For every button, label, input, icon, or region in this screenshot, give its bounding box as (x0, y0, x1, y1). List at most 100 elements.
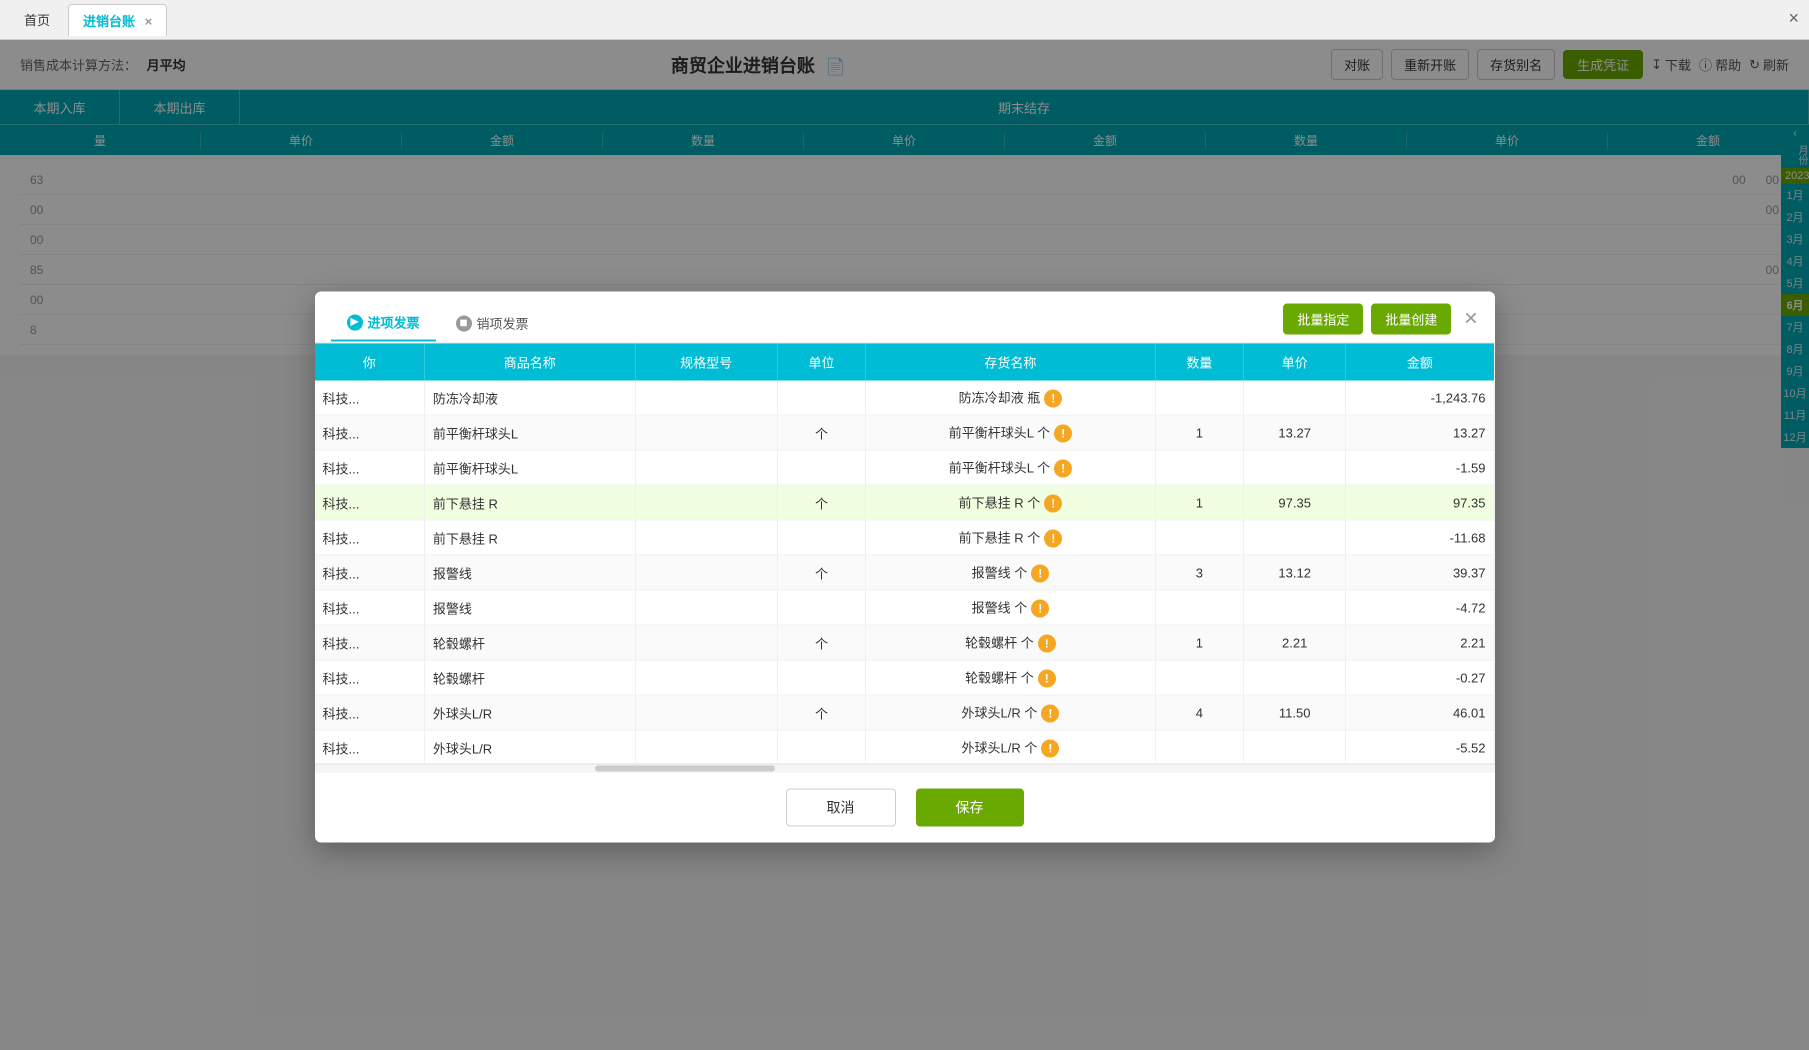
col-price: 单价 (1244, 344, 1346, 381)
save-button[interactable]: 保存 (916, 789, 1024, 827)
table-row[interactable]: 科技...防冻冷却液防冻冷却液 瓶!-1,243.76 (315, 381, 1495, 416)
cell-inventory: 前平衡杆球头L 个! (866, 415, 1155, 450)
warning-icon[interactable]: ! (1044, 390, 1062, 408)
cell-unit: 个 (777, 695, 866, 730)
cell-product: 报警线 (424, 590, 635, 625)
horizontal-scrollbar[interactable] (315, 764, 1495, 772)
cell-inventory: 报警线 个! (866, 590, 1155, 625)
cell-product: 前下悬挂 R (424, 520, 635, 555)
modal-header: ▶ 进项发票 ◼ 销项发票 批量指定 批量创建 ✕ (315, 292, 1495, 344)
cell-spec (635, 590, 777, 625)
table-row[interactable]: 科技...前下悬挂 R个前下悬挂 R 个!197.3597.35 (315, 485, 1495, 520)
cell-unit: 个 (777, 415, 866, 450)
cell-product: 前平衡杆球头L (424, 450, 635, 485)
warning-icon[interactable]: ! (1044, 530, 1062, 548)
warning-icon[interactable]: ! (1054, 425, 1072, 443)
warning-icon[interactable]: ! (1041, 740, 1059, 758)
cell-unit: 个 (777, 485, 866, 520)
cell-qty: 1 (1155, 485, 1244, 520)
cell-inventory: 轮毂螺杆 个! (866, 660, 1155, 695)
cell-qty: 1 (1155, 625, 1244, 660)
cell-company: 科技... (315, 520, 425, 555)
cell-inventory: 报警线 个! (866, 555, 1155, 590)
nav-tab-ledger[interactable]: 进销台账 × (68, 4, 167, 36)
tab-outgoing-invoice[interactable]: ◼ 销项发票 (440, 306, 545, 341)
cell-price: 13.12 (1244, 555, 1346, 590)
warning-icon[interactable]: ! (1054, 460, 1072, 478)
cell-unit (777, 381, 866, 416)
cell-spec (635, 660, 777, 695)
table-row[interactable]: 科技...报警线 报警线 个! -4.72 (315, 590, 1495, 625)
cell-company: 科技... (315, 695, 425, 730)
cell-amount: -0.27 (1346, 660, 1494, 695)
warning-icon[interactable]: ! (1038, 670, 1056, 688)
cell-unit: 个 (777, 625, 866, 660)
invoice-modal: ▶ 进项发票 ◼ 销项发票 批量指定 批量创建 ✕ 你 商品名称 规格型号 (315, 292, 1495, 843)
scrollbar-thumb (595, 766, 775, 772)
cell-inventory: 轮毂螺杆 个! (866, 625, 1155, 660)
cancel-button[interactable]: 取消 (786, 789, 896, 827)
warning-icon[interactable]: ! (1031, 600, 1049, 618)
cell-qty: 3 (1155, 555, 1244, 590)
cell-inventory: 外球头L/R 个! (866, 730, 1155, 764)
cell-company: 科技... (315, 590, 425, 625)
outgoing-tab-icon: ◼ (456, 315, 472, 331)
nav-tab-home[interactable]: 首页 (10, 4, 64, 35)
cell-unit (777, 730, 866, 764)
cell-inventory: 外球头L/R 个! (866, 695, 1155, 730)
modal-table-body: 你 商品名称 规格型号 单位 存货名称 数量 单价 金额 科技...防冻冷却液防… (315, 344, 1495, 764)
cell-amount: -11.68 (1346, 520, 1494, 555)
table-row[interactable]: 科技...前平衡杆球头L个前平衡杆球头L 个!113.2713.27 (315, 415, 1495, 450)
cell-qty (1155, 450, 1244, 485)
cell-amount: 2.21 (1346, 625, 1494, 660)
modal-close-button[interactable]: ✕ (1463, 309, 1478, 338)
modal-footer: 取消 保存 (315, 772, 1495, 843)
cell-price (1244, 520, 1346, 555)
warning-icon[interactable]: ! (1038, 635, 1056, 653)
col-spec: 规格型号 (635, 344, 777, 381)
table-row[interactable]: 科技...轮毂螺杆个轮毂螺杆 个!12.212.21 (315, 625, 1495, 660)
cell-inventory: 前下悬挂 R 个! (866, 520, 1155, 555)
cell-unit: 个 (777, 555, 866, 590)
table-row[interactable]: 科技...外球头L/R 外球头L/R 个! -5.52 (315, 730, 1495, 764)
cell-amount: 46.01 (1346, 695, 1494, 730)
table-row[interactable]: 科技...报警线个报警线 个!313.1239.37 (315, 555, 1495, 590)
cell-qty (1155, 520, 1244, 555)
cell-company: 科技... (315, 730, 425, 764)
cell-product: 防冻冷却液 (424, 381, 635, 416)
cell-amount: 97.35 (1346, 485, 1494, 520)
cell-amount: 39.37 (1346, 555, 1494, 590)
batch-create-button[interactable]: 批量创建 (1371, 304, 1451, 335)
cell-qty: 1 (1155, 415, 1244, 450)
warning-icon[interactable]: ! (1031, 565, 1049, 583)
cell-spec (635, 695, 777, 730)
cell-spec (635, 520, 777, 555)
cell-company: 科技... (315, 485, 425, 520)
warning-icon[interactable]: ! (1041, 705, 1059, 723)
cell-unit (777, 590, 866, 625)
col-product: 商品名称 (424, 344, 635, 381)
cell-product: 外球头L/R (424, 730, 635, 764)
table-row[interactable]: 科技...外球头L/R个外球头L/R 个!411.5046.01 (315, 695, 1495, 730)
close-tab-icon[interactable]: × (145, 14, 153, 29)
table-row[interactable]: 科技...轮毂螺杆轮毂螺杆 个!-0.27 (315, 660, 1495, 695)
cell-amount: -4.72 (1346, 590, 1494, 625)
cell-unit (777, 520, 866, 555)
table-row[interactable]: 科技...前平衡杆球头L前平衡杆球头L 个!-1.59 (315, 450, 1495, 485)
cell-company: 科技... (315, 381, 425, 416)
table-head: 你 商品名称 规格型号 单位 存货名称 数量 单价 金额 (315, 344, 1495, 381)
warning-icon[interactable]: ! (1044, 495, 1062, 513)
cell-product: 前平衡杆球头L (424, 415, 635, 450)
tab-incoming-invoice[interactable]: ▶ 进项发票 (331, 305, 436, 342)
batch-assign-button[interactable]: 批量指定 (1283, 304, 1363, 335)
col-amount: 金额 (1346, 344, 1494, 381)
col-qty: 数量 (1155, 344, 1244, 381)
cell-company: 科技... (315, 625, 425, 660)
cell-qty: 4 (1155, 695, 1244, 730)
cell-company: 科技... (315, 555, 425, 590)
cell-spec (635, 730, 777, 764)
window-close-button[interactable]: × (1788, 8, 1799, 29)
cell-amount: -5.52 (1346, 730, 1494, 764)
table-row[interactable]: 科技...前下悬挂 R 前下悬挂 R 个! -11.68 (315, 520, 1495, 555)
cell-price (1244, 590, 1346, 625)
